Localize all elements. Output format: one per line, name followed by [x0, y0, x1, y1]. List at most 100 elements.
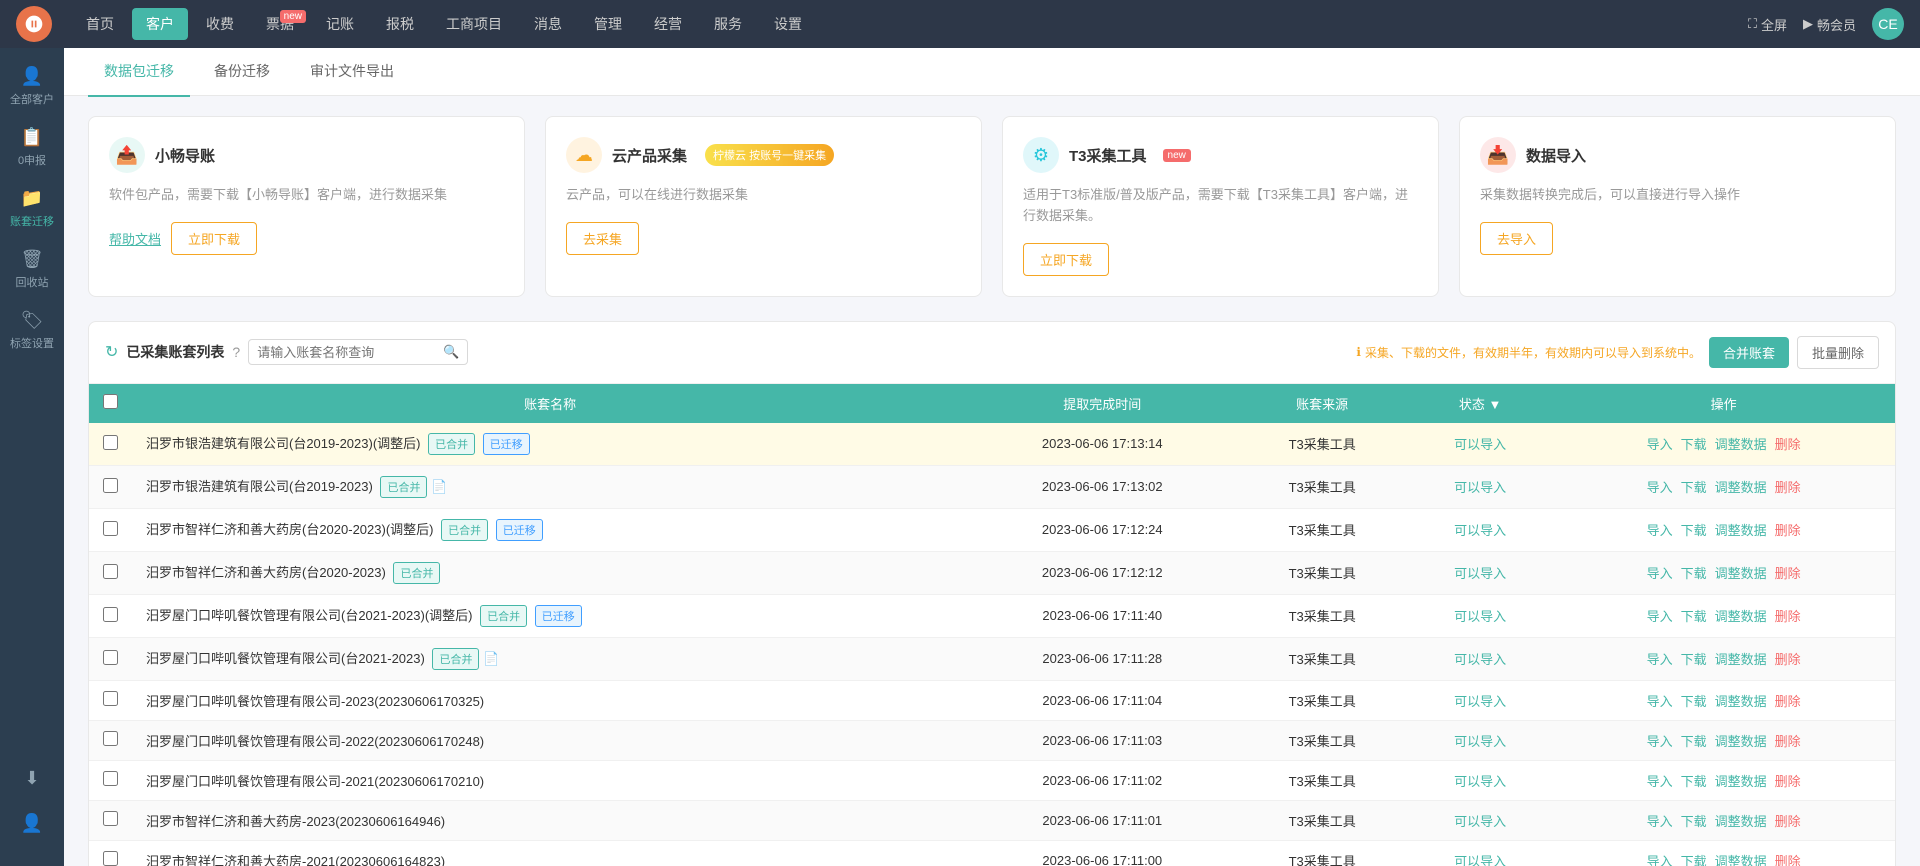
nav-settings[interactable]: 设置 — [760, 8, 816, 40]
sidebar-item-account-migrate[interactable]: 📁 账套迁移 — [0, 178, 64, 239]
nav-ticket[interactable]: 票据 new — [252, 8, 308, 40]
help-icon[interactable]: ? — [232, 344, 240, 360]
action-下载[interactable]: 下载 — [1681, 523, 1707, 538]
action-下载[interactable]: 下载 — [1681, 609, 1707, 624]
action-调整数据[interactable]: 调整数据 — [1715, 774, 1767, 789]
nav-customer[interactable]: 客户 — [132, 8, 188, 40]
nav-bookkeep[interactable]: 记账 — [312, 8, 368, 40]
nav-tax[interactable]: 报税 — [372, 8, 428, 40]
sidebar-item-zero-declare[interactable]: 📋 0申报 — [0, 117, 64, 178]
action-导入[interactable]: 导入 — [1647, 814, 1673, 829]
import-go-btn[interactable]: 去导入 — [1480, 222, 1553, 255]
row-checkbox-5[interactable] — [103, 607, 118, 622]
sidebar-item-all-clients[interactable]: 👤 全部客户 — [0, 56, 64, 117]
action-删除[interactable]: 删除 — [1775, 652, 1801, 667]
tab-data-migrate[interactable]: 数据包迁移 — [88, 48, 190, 97]
action-下载[interactable]: 下载 — [1681, 854, 1707, 866]
sidebar-item-recycle[interactable]: 🗑 回收站 — [0, 239, 64, 300]
action-删除[interactable]: 删除 — [1775, 566, 1801, 581]
action-下载[interactable]: 下载 — [1681, 774, 1707, 789]
action-下载[interactable]: 下载 — [1681, 652, 1707, 667]
select-all-checkbox[interactable] — [103, 394, 118, 409]
row-checkbox-4[interactable] — [103, 564, 118, 579]
nav-message[interactable]: 消息 — [520, 8, 576, 40]
row-checkbox-3[interactable] — [103, 521, 118, 536]
tab-backup-migrate[interactable]: 备份迁移 — [198, 48, 286, 97]
row-checkbox-1[interactable] — [103, 435, 118, 450]
row-checkbox-10[interactable] — [103, 811, 118, 826]
action-删除[interactable]: 删除 — [1775, 480, 1801, 495]
row-actions: 导入下载调整数据删除 — [1552, 720, 1895, 760]
action-删除[interactable]: 删除 — [1775, 774, 1801, 789]
action-删除[interactable]: 删除 — [1775, 814, 1801, 829]
action-调整数据[interactable]: 调整数据 — [1715, 480, 1767, 495]
row-checkbox-7[interactable] — [103, 691, 118, 706]
nav-manage[interactable]: 管理 — [580, 8, 636, 40]
action-调整数据[interactable]: 调整数据 — [1715, 734, 1767, 749]
action-删除[interactable]: 删除 — [1775, 609, 1801, 624]
table-row: 汨罗屋门口哔叽餐饮管理有限公司-2023(20230606170325)2023… — [89, 680, 1895, 720]
action-下载[interactable]: 下载 — [1681, 566, 1707, 581]
action-导入[interactable]: 导入 — [1647, 774, 1673, 789]
tag-green: 已合并 — [432, 648, 479, 670]
action-删除[interactable]: 删除 — [1775, 734, 1801, 749]
action-调整数据[interactable]: 调整数据 — [1715, 694, 1767, 709]
action-调整数据[interactable]: 调整数据 — [1715, 814, 1767, 829]
action-调整数据[interactable]: 调整数据 — [1715, 523, 1767, 538]
action-下载[interactable]: 下载 — [1681, 437, 1707, 452]
action-导入[interactable]: 导入 — [1647, 437, 1673, 452]
table-row: 汨罗屋门口哔叽餐饮管理有限公司-2022(20230606170248)2023… — [89, 720, 1895, 760]
action-删除[interactable]: 删除 — [1775, 694, 1801, 709]
sidebar-item-tag-settings[interactable]: 🏷 标签设置 — [0, 300, 64, 361]
member-btn[interactable]: ▶ 畅会员 — [1803, 15, 1856, 34]
row-checkbox-11[interactable] — [103, 851, 118, 866]
row-checkbox-8[interactable] — [103, 731, 118, 746]
action-导入[interactable]: 导入 — [1647, 566, 1673, 581]
action-下载[interactable]: 下载 — [1681, 814, 1707, 829]
app-logo[interactable] — [16, 6, 52, 42]
action-删除[interactable]: 删除 — [1775, 437, 1801, 452]
action-导入[interactable]: 导入 — [1647, 523, 1673, 538]
nav-charge[interactable]: 收费 — [192, 8, 248, 40]
merge-accounts-btn[interactable]: 合并账套 — [1709, 337, 1789, 368]
action-调整数据[interactable]: 调整数据 — [1715, 652, 1767, 667]
list-header: ↻ 已采集账套列表 ? 🔍 ℹ 采集、下载的文件，有效期半年，有效期内可以导入到… — [89, 322, 1895, 384]
action-下载[interactable]: 下载 — [1681, 694, 1707, 709]
row-checkbox-9[interactable] — [103, 771, 118, 786]
xiaochang-download-btn[interactable]: 立即下载 — [171, 222, 257, 255]
search-submit-icon[interactable]: 🔍 — [443, 344, 459, 360]
action-删除[interactable]: 删除 — [1775, 854, 1801, 866]
refresh-icon[interactable]: ↻ — [105, 342, 118, 362]
action-调整数据[interactable]: 调整数据 — [1715, 609, 1767, 624]
cloud-collect-btn[interactable]: 去采集 — [566, 222, 639, 255]
row-checkbox-2[interactable] — [103, 478, 118, 493]
nav-home[interactable]: 首页 — [72, 8, 128, 40]
action-调整数据[interactable]: 调整数据 — [1715, 566, 1767, 581]
user-btn[interactable]: 👤 — [13, 805, 51, 842]
t3-download-btn[interactable]: 立即下载 — [1023, 243, 1109, 276]
nav-operation[interactable]: 经营 — [640, 8, 696, 40]
batch-delete-btn[interactable]: 批量删除 — [1797, 336, 1879, 369]
action-调整数据[interactable]: 调整数据 — [1715, 437, 1767, 452]
row-time: 2023-06-06 17:11:28 — [968, 637, 1236, 680]
action-删除[interactable]: 删除 — [1775, 523, 1801, 538]
action-调整数据[interactable]: 调整数据 — [1715, 854, 1767, 866]
row-name: 汨罗市智祥仁济和善大药房-2021(20230606164823) — [132, 840, 968, 866]
row-checkbox-6[interactable] — [103, 650, 118, 665]
action-导入[interactable]: 导入 — [1647, 694, 1673, 709]
action-下载[interactable]: 下载 — [1681, 480, 1707, 495]
nav-service[interactable]: 服务 — [700, 8, 756, 40]
action-导入[interactable]: 导入 — [1647, 652, 1673, 667]
download-btn[interactable]: ⬇ — [16, 760, 47, 797]
user-avatar[interactable]: CE — [1872, 8, 1904, 40]
tab-audit-export[interactable]: 审计文件导出 — [294, 48, 410, 97]
search-input[interactable] — [257, 345, 437, 360]
action-导入[interactable]: 导入 — [1647, 854, 1673, 866]
action-下载[interactable]: 下载 — [1681, 734, 1707, 749]
fullscreen-btn[interactable]: ⛶ 全屏 — [1748, 15, 1787, 34]
action-导入[interactable]: 导入 — [1647, 734, 1673, 749]
action-导入[interactable]: 导入 — [1647, 609, 1673, 624]
action-导入[interactable]: 导入 — [1647, 480, 1673, 495]
nav-business[interactable]: 工商项目 — [432, 8, 516, 40]
xiaochang-help-link[interactable]: 帮助文档 — [109, 229, 161, 248]
